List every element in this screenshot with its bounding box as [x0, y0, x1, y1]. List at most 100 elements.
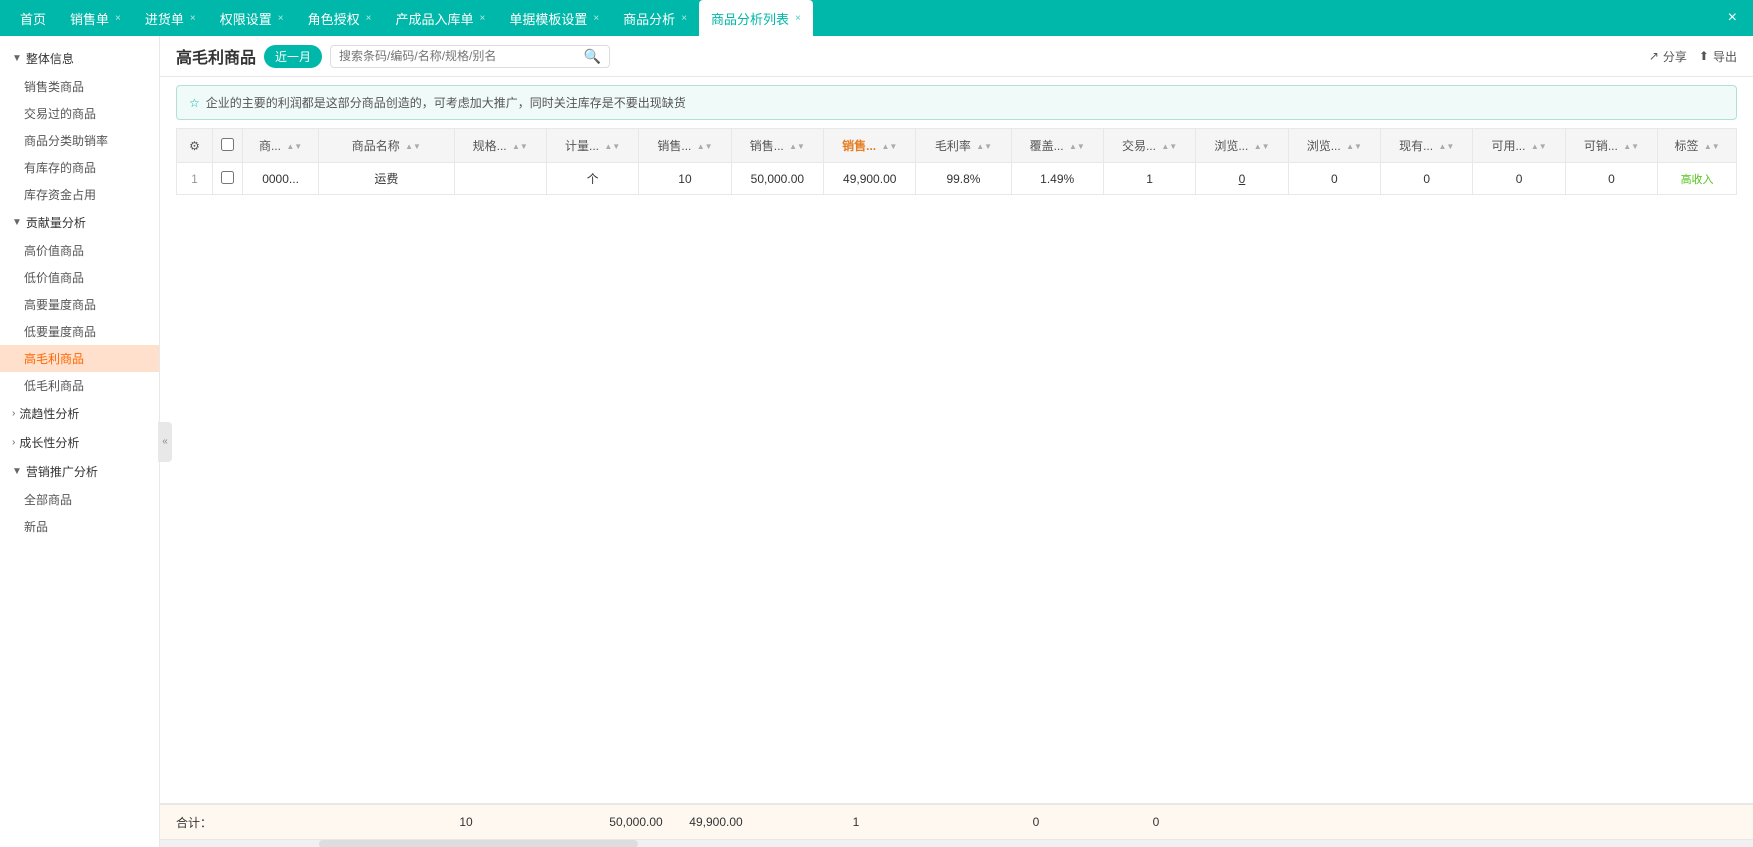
- cell-code: 0000...: [243, 163, 319, 195]
- footer-trade: 1: [756, 815, 956, 829]
- col-checkbox[interactable]: [213, 129, 243, 163]
- sidebar-item-stocked-goods[interactable]: 有库存的商品: [0, 154, 159, 181]
- sidebar-item-high-value[interactable]: 高价值商品: [0, 237, 159, 264]
- sidebar-item-all-goods[interactable]: 全部商品: [0, 486, 159, 513]
- col-saleable[interactable]: 可销... ▲▼: [1565, 129, 1657, 163]
- sidebar-group-marketing[interactable]: ▼ 营销推广分析: [0, 457, 159, 486]
- sidebar-item-low-value[interactable]: 低价值商品: [0, 264, 159, 291]
- col-spec[interactable]: 规格... ▲▼: [454, 129, 546, 163]
- close-template-settings[interactable]: ×: [593, 13, 599, 24]
- export-button[interactable]: ⬆ 导出: [1699, 48, 1737, 65]
- sidebar-item-low-margin[interactable]: 低毛利商品: [0, 372, 159, 399]
- nav-product-warehouse[interactable]: 产成品入库单 ×: [383, 0, 497, 36]
- col-trade[interactable]: 交易... ▲▼: [1103, 129, 1195, 163]
- col-sales-qty[interactable]: 销售... ▲▼: [639, 129, 731, 163]
- close-product-analysis-list[interactable]: ×: [795, 13, 801, 24]
- main-layout: ▼ 整体信息 销售类商品 交易过的商品 商品分类助销率 有库存的商品 库存资金占…: [0, 36, 1753, 847]
- col-current-stock[interactable]: 现有... ▲▼: [1381, 129, 1473, 163]
- search-icon[interactable]: 🔍: [584, 48, 601, 65]
- sidebar-item-category-rate[interactable]: 商品分类助销率: [0, 127, 159, 154]
- info-icon: ☆: [189, 96, 200, 110]
- nav-template-settings[interactable]: 单据模板设置 ×: [497, 0, 611, 36]
- export-icon: ⬆: [1699, 49, 1709, 63]
- cell-browse1[interactable]: 0: [1196, 163, 1288, 195]
- sort-spec-icon[interactable]: ▲▼: [512, 142, 528, 151]
- col-tag[interactable]: 标签 ▲▼: [1658, 129, 1737, 163]
- search-input[interactable]: [339, 49, 584, 63]
- sidebar-item-new-goods[interactable]: 新品: [0, 513, 159, 540]
- col-sales-amount[interactable]: 销售... ▲▼: [731, 129, 823, 163]
- sort-coverage-icon[interactable]: ▲▼: [1069, 142, 1085, 151]
- share-button[interactable]: ↗ 分享: [1649, 48, 1687, 65]
- sidebar-item-inventory-capital[interactable]: 库存资金占用: [0, 181, 159, 208]
- footer-label: 合计：: [176, 814, 336, 831]
- nav-permission-settings[interactable]: 权限设置 ×: [208, 0, 296, 36]
- sidebar-wrapper: ▼ 整体信息 销售类商品 交易过的商品 商品分类助销率 有库存的商品 库存资金占…: [0, 36, 160, 847]
- col-code[interactable]: 商... ▲▼: [243, 129, 319, 163]
- sort-trade-icon[interactable]: ▲▼: [1161, 142, 1177, 151]
- sort-unit-icon[interactable]: ▲▼: [604, 142, 620, 151]
- sidebar-group-growth[interactable]: › 成长性分析: [0, 428, 159, 457]
- sort-browse2-icon[interactable]: ▲▼: [1346, 142, 1362, 151]
- cell-sales-amount: 50,000.00: [731, 163, 823, 195]
- footer-available-stock: 0: [956, 815, 1116, 829]
- sidebar-group-trend[interactable]: › 流趋性分析: [0, 399, 159, 428]
- close-product-analysis[interactable]: ×: [681, 13, 687, 24]
- nav-product-analysis[interactable]: 商品分析 ×: [611, 0, 699, 36]
- nav-product-analysis-list[interactable]: 商品分析列表 ×: [699, 0, 813, 36]
- sort-code-icon[interactable]: ▲▼: [286, 142, 302, 151]
- nav-sales-order[interactable]: 销售单 ×: [58, 0, 133, 36]
- close-sales-order[interactable]: ×: [115, 13, 121, 24]
- search-box: 🔍: [330, 45, 610, 68]
- sort-sales-cost-icon[interactable]: ▲▼: [881, 142, 897, 151]
- arrow-marketing: ▼: [12, 466, 22, 477]
- sort-tag-icon[interactable]: ▲▼: [1704, 142, 1720, 151]
- col-name[interactable]: 商品名称 ▲▼: [319, 129, 454, 163]
- sidebar-item-low-demand[interactable]: 低要量度商品: [0, 318, 159, 345]
- col-available-stock[interactable]: 可用... ▲▼: [1473, 129, 1565, 163]
- close-permission-settings[interactable]: ×: [278, 13, 284, 24]
- col-coverage[interactable]: 覆盖... ▲▼: [1011, 129, 1103, 163]
- sidebar-item-high-margin[interactable]: 高毛利商品: [0, 345, 159, 372]
- sort-sales-amount-icon[interactable]: ▲▼: [789, 142, 805, 151]
- footer-saleable: 0: [1116, 815, 1196, 829]
- scrollbar-track[interactable]: [319, 840, 638, 847]
- nav-role-auth[interactable]: 角色授权 ×: [296, 0, 384, 36]
- filter-recent-month[interactable]: 近一月: [264, 45, 322, 68]
- bottom-scrollbar[interactable]: [160, 839, 1753, 847]
- footer-cells: 10 50,000.00 49,900.00 1 0 0: [336, 815, 1737, 829]
- col-browse2[interactable]: 浏览... ▲▼: [1288, 129, 1380, 163]
- content-area: 高毛利商品 近一月 🔍 ↗ 分享 ⬆ 导出 ☆ 企业的主要的利润都是这部分商品创…: [160, 36, 1753, 847]
- sidebar-item-traded-goods[interactable]: 交易过的商品: [0, 100, 159, 127]
- arrow-overview: ▼: [12, 53, 22, 64]
- sort-available-stock-icon[interactable]: ▲▼: [1531, 142, 1547, 151]
- cell-checkbox[interactable]: [213, 163, 243, 195]
- sort-current-stock-icon[interactable]: ▲▼: [1438, 142, 1454, 151]
- sort-saleable-icon[interactable]: ▲▼: [1623, 142, 1639, 151]
- cell-trade: 1: [1103, 163, 1195, 195]
- col-settings[interactable]: ⚙: [177, 129, 213, 163]
- sort-browse1-icon[interactable]: ▲▼: [1254, 142, 1270, 151]
- cell-saleable: 0: [1565, 163, 1657, 195]
- col-sales-cost[interactable]: 销售... ▲▼: [824, 129, 916, 163]
- sidebar-item-high-demand[interactable]: 高要量度商品: [0, 291, 159, 318]
- sidebar-group-contribution[interactable]: ▼ 贡献量分析: [0, 208, 159, 237]
- close-purchase-order[interactable]: ×: [190, 13, 196, 24]
- nav-home[interactable]: 首页: [8, 0, 58, 36]
- close-all-tabs[interactable]: ×: [1720, 5, 1745, 31]
- sidebar-item-sales-goods[interactable]: 销售类商品: [0, 73, 159, 100]
- col-gross-margin[interactable]: 毛利率 ▲▼: [916, 129, 1011, 163]
- select-all-checkbox[interactable]: [221, 138, 234, 151]
- sidebar-collapse-button[interactable]: «: [158, 422, 172, 462]
- close-role-auth[interactable]: ×: [366, 13, 372, 24]
- row-checkbox[interactable]: [221, 171, 234, 184]
- sort-gross-margin-icon[interactable]: ▲▼: [976, 142, 992, 151]
- close-product-warehouse[interactable]: ×: [479, 13, 485, 24]
- nav-purchase-order[interactable]: 进货单 ×: [133, 0, 208, 36]
- sidebar-group-overview[interactable]: ▼ 整体信息: [0, 44, 159, 73]
- table-container: ⚙ 商... ▲▼ 商品名称 ▲▼: [160, 128, 1753, 803]
- col-unit[interactable]: 计量... ▲▼: [546, 129, 638, 163]
- col-browse1[interactable]: 浏览... ▲▼: [1196, 129, 1288, 163]
- sort-name-icon[interactable]: ▲▼: [405, 142, 421, 151]
- sort-sales-qty-icon[interactable]: ▲▼: [697, 142, 713, 151]
